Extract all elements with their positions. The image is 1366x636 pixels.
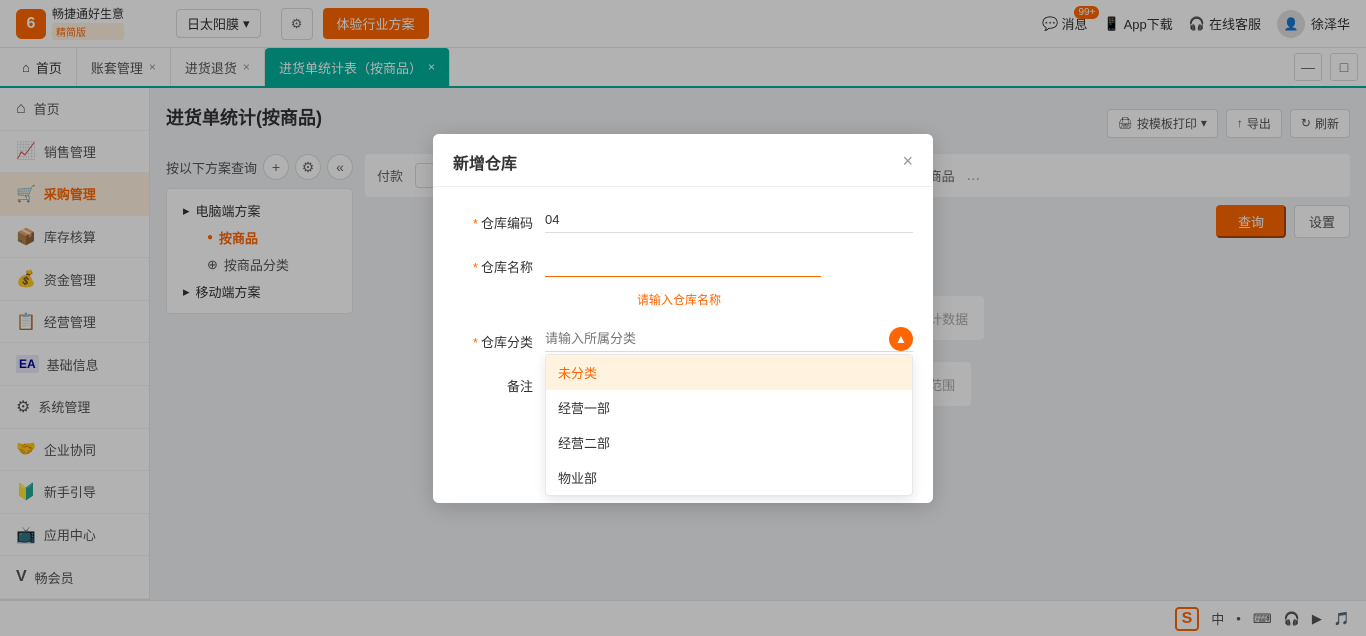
note-label: 备注	[453, 370, 533, 395]
category-dropdown: 未分类 经营一部 经营二部 物业部	[545, 354, 913, 496]
name-error-msg: 请输入仓库名称	[545, 291, 721, 308]
dropdown-item-ops1[interactable]: 经营一部	[546, 390, 912, 425]
modal-body: 仓库编码 仓库名称 请输入仓库名称 仓库分类 ▲ 未分类	[433, 187, 933, 420]
code-label: 仓库编码	[453, 207, 533, 232]
dropdown-item-ops2[interactable]: 经营二部	[546, 425, 912, 460]
modal-close-button[interactable]: ×	[902, 151, 913, 172]
category-label: 仓库分类	[453, 326, 533, 351]
form-row-category: 仓库分类 ▲ 未分类 经营一部 经营二部 物业部	[453, 326, 913, 352]
form-row-name: 仓库名称 请输入仓库名称	[453, 251, 913, 308]
name-label: 仓库名称	[453, 251, 533, 276]
category-input[interactable]	[545, 326, 913, 352]
dropdown-item-property[interactable]: 物业部	[546, 460, 912, 495]
category-select-wrap: ▲ 未分类 经营一部 经营二部 物业部	[545, 326, 913, 352]
modal-title: 新增仓库	[453, 150, 517, 174]
form-row-code: 仓库编码	[453, 207, 913, 233]
category-arrow-button[interactable]: ▲	[889, 327, 913, 351]
modal-header: 新增仓库 ×	[433, 134, 933, 187]
name-input[interactable]	[545, 251, 821, 277]
modal-overlay: 新增仓库 × 仓库编码 仓库名称 请输入仓库名称 仓库分类	[0, 0, 1366, 636]
dropdown-item-uncategorized[interactable]: 未分类	[546, 355, 912, 390]
new-warehouse-modal: 新增仓库 × 仓库编码 仓库名称 请输入仓库名称 仓库分类	[433, 134, 933, 503]
code-input[interactable]	[545, 207, 913, 233]
